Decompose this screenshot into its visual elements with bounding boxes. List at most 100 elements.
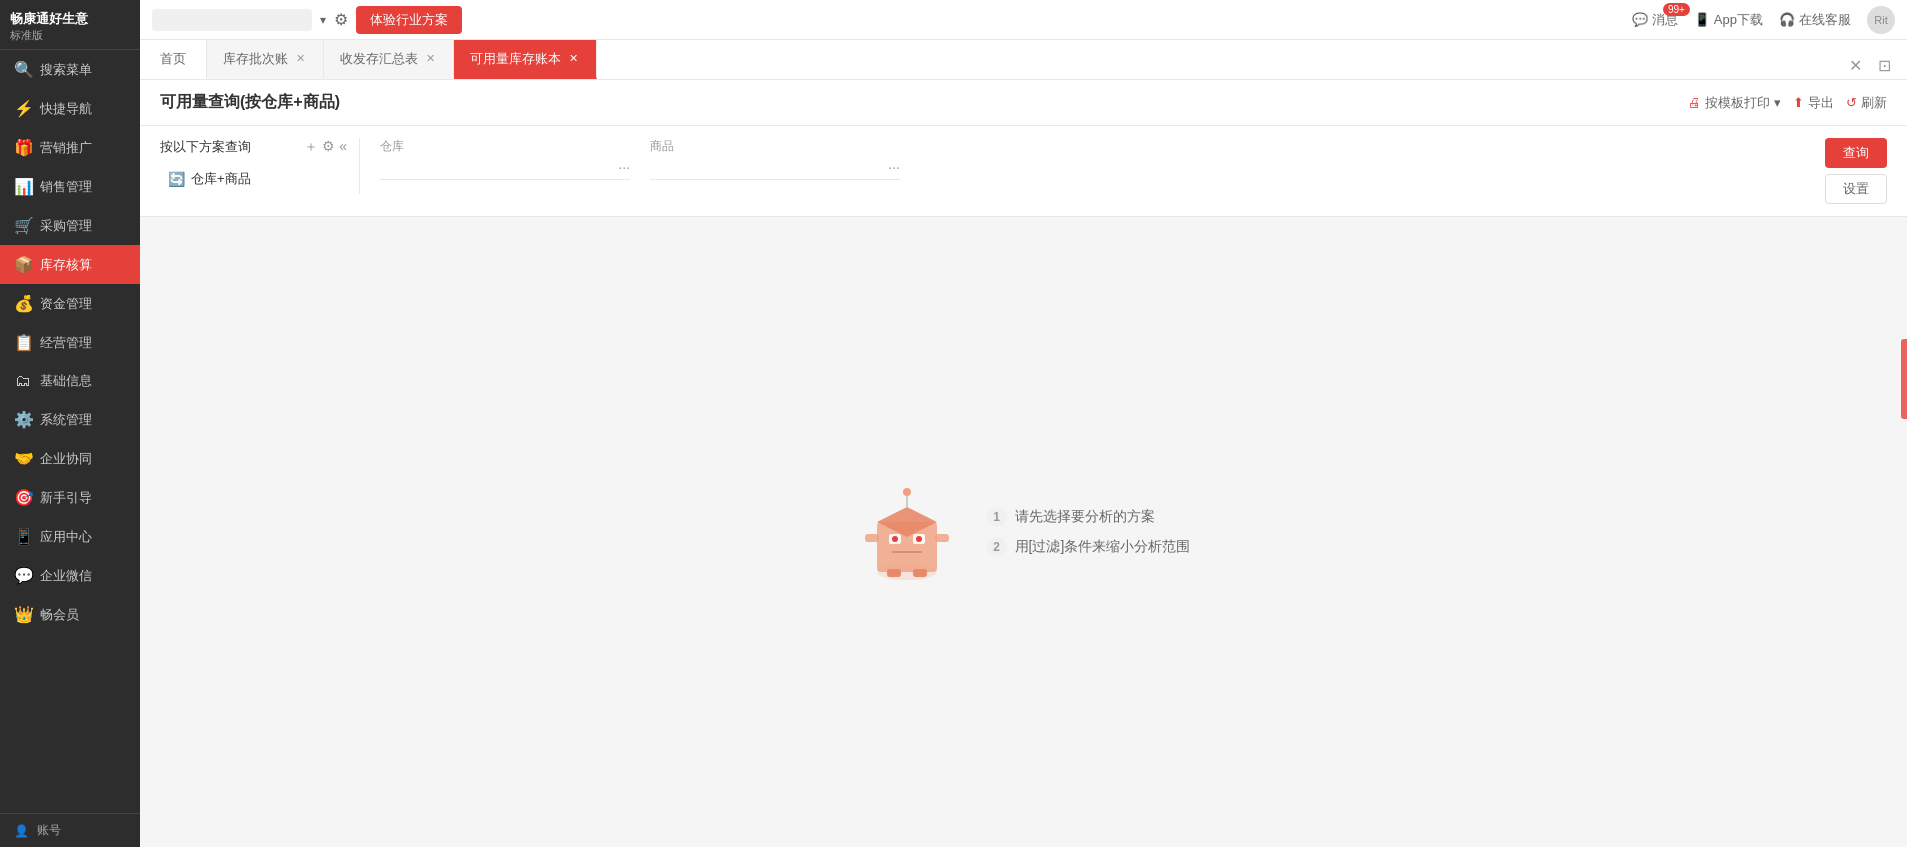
svg-point-6: [916, 536, 922, 542]
topbar-gear-icon[interactable]: ⚙: [334, 10, 348, 29]
sidebar-item-purchase[interactable]: 🛒 采购管理: [0, 206, 140, 245]
refresh-icon: ↺: [1846, 95, 1857, 110]
topbar-right: 💬 消息 99+ 📱 App下载 🎧 在线客服 Rit: [1632, 6, 1895, 34]
goods-more-icon[interactable]: ···: [888, 159, 900, 175]
print-label: 按模板打印: [1705, 94, 1770, 112]
avatar[interactable]: Rit: [1867, 6, 1895, 34]
online-service-btn[interactable]: 🎧 在线客服: [1779, 11, 1851, 29]
online-service-label: 在线客服: [1799, 11, 1851, 29]
tip-text-1: 请先选择要分析的方案: [1015, 508, 1155, 526]
sidebar-item-marketing[interactable]: 🎁 营销推广: [0, 128, 140, 167]
scheme-icon: 🔄: [168, 171, 185, 187]
print-btn[interactable]: 🖨 按模板打印 ▾: [1688, 94, 1781, 112]
add-scheme-btn[interactable]: ＋: [304, 138, 318, 156]
newbie-icon: 🎯: [14, 488, 32, 507]
message-badge: 99+: [1663, 3, 1690, 16]
warehouse-more-icon[interactable]: ···: [618, 159, 630, 175]
sidebar-item-operations[interactable]: 📋 经营管理: [0, 323, 140, 362]
sidebar-item-shortcut[interactable]: ⚡ 快捷导航: [0, 89, 140, 128]
tab-available-ledger-label: 可用量库存账本: [470, 50, 561, 68]
filter-fields: 仓库 ··· 商品 ···: [360, 138, 1809, 180]
tab-close-btn[interactable]: ✕: [1845, 52, 1866, 79]
goods-label: 商品: [650, 138, 900, 155]
sidebar-item-basic[interactable]: 🗂 基础信息: [0, 362, 140, 400]
sidebar-item-label-enterprise: 企业协同: [40, 450, 92, 468]
message-btn[interactable]: 💬 消息 99+: [1632, 11, 1678, 29]
tip-item-2: 2 用[过滤]条件来缩小分析范围: [987, 537, 1191, 557]
edit-scheme-btn[interactable]: ⚙: [322, 138, 335, 156]
tab-recv-summary-close[interactable]: ✕: [424, 52, 437, 65]
sidebar-item-label-appstore: 应用中心: [40, 528, 92, 546]
print-dropdown-icon[interactable]: ▾: [1774, 95, 1781, 110]
svg-rect-11: [935, 534, 949, 542]
sidebar-logo: 畅康通好生意 标准版: [0, 0, 140, 50]
sidebar-item-label-wechat: 企业微信: [40, 567, 92, 585]
tab-recv-summary[interactable]: 收发存汇总表 ✕: [324, 40, 454, 79]
topbar: ▾ ⚙ 体验行业方案 💬 消息 99+ 📱 App下载 🎧 在线客服: [140, 0, 1907, 40]
purchase-icon: 🛒: [14, 216, 32, 235]
topbar-search-input[interactable]: [152, 9, 312, 31]
tab-expand-btn[interactable]: ⊡: [1874, 52, 1895, 79]
tab-available-ledger-close[interactable]: ✕: [567, 52, 580, 65]
warehouse-label: 仓库: [380, 138, 630, 155]
svg-rect-13: [913, 569, 927, 577]
tab-batch-ledger-label: 库存批次账: [223, 50, 288, 68]
filter-schemes-label: 按以下方案查询: [160, 138, 251, 156]
sidebar-item-system[interactable]: ⚙️ 系统管理: [0, 400, 140, 439]
tab-available-ledger[interactable]: 可用量库存账本 ✕: [454, 40, 597, 79]
sidebar-item-label-purchase: 采购管理: [40, 217, 92, 235]
logo-sub: 标准版: [10, 28, 130, 43]
refresh-label: 刷新: [1861, 94, 1887, 112]
industry-btn[interactable]: 体验行业方案: [356, 6, 462, 34]
query-btn[interactable]: 查询: [1825, 138, 1887, 168]
sidebar-scroll: 🔍 搜索菜单 ⚡ 快捷导航 🎁 营销推广 📊 销售管理 🛒 采购管理 📦 库存核…: [0, 50, 140, 813]
tab-home[interactable]: 首页: [140, 40, 207, 79]
collapse-scheme-btn[interactable]: «: [339, 138, 347, 156]
sidebar-item-wechat[interactable]: 💬 企业微信: [0, 556, 140, 595]
tip-number-2: 2: [987, 537, 1007, 557]
marketing-icon: 🎁: [14, 138, 32, 157]
sidebar-item-newbie[interactable]: 🎯 新手引导: [0, 478, 140, 517]
operations-icon: 📋: [14, 333, 32, 352]
main-area: ▾ ⚙ 体验行业方案 💬 消息 99+ 📱 App下载 🎧 在线客服: [140, 0, 1907, 847]
sidebar-item-enterprise[interactable]: 🤝 企业协同: [0, 439, 140, 478]
sidebar-item-sales[interactable]: 📊 销售管理: [0, 167, 140, 206]
empty-state-tips: 1 请先选择要分析的方案 2 用[过滤]条件来缩小分析范围: [987, 507, 1191, 557]
export-btn[interactable]: ⬆ 导出: [1793, 94, 1834, 112]
page-title: 可用量查询(按仓库+商品): [160, 92, 1688, 113]
filter-schemes: 按以下方案查询 ＋ ⚙ « 🔄 仓库+商品: [160, 138, 360, 194]
system-icon: ⚙️: [14, 410, 32, 429]
search-icon: 🔍: [14, 60, 32, 79]
tip-item-1: 1 请先选择要分析的方案: [987, 507, 1191, 527]
warehouse-input[interactable]: [380, 160, 614, 175]
tab-batch-ledger-close[interactable]: ✕: [294, 52, 307, 65]
svg-point-5: [892, 536, 898, 542]
export-icon: ⬆: [1793, 95, 1804, 110]
topbar-dropdown-btn[interactable]: ▾: [320, 13, 326, 27]
sidebar-item-label-search: 搜索菜单: [40, 61, 92, 79]
sidebar-item-finance[interactable]: 💰 资金管理: [0, 284, 140, 323]
settings-btn[interactable]: 设置: [1825, 174, 1887, 204]
filter-field-warehouse: 仓库 ···: [380, 138, 630, 180]
sidebar-bottom[interactable]: 👤 账号: [0, 813, 140, 847]
page-header: 可用量查询(按仓库+商品) 🖨 按模板打印 ▾ ⬆ 导出 ↺ 刷新: [140, 80, 1907, 126]
content-area: 可用量查询(按仓库+商品) 🖨 按模板打印 ▾ ⬆ 导出 ↺ 刷新: [140, 80, 1907, 847]
goods-input[interactable]: [650, 160, 884, 175]
export-label: 导出: [1808, 94, 1834, 112]
sidebar-item-inventory[interactable]: 📦 库存核算: [0, 245, 140, 284]
sidebar-item-label-basic: 基础信息: [40, 372, 92, 390]
app-download-label: App下载: [1714, 11, 1763, 29]
scheme-item-label: 仓库+商品: [191, 170, 251, 188]
tab-right-controls: ✕ ⊡: [1845, 52, 1907, 79]
page-header-actions: 🖨 按模板打印 ▾ ⬆ 导出 ↺ 刷新: [1688, 94, 1887, 112]
sidebar-item-appstore[interactable]: 📱 应用中心: [0, 517, 140, 556]
phone-icon: 📱: [1694, 12, 1710, 27]
sidebar-item-member[interactable]: 👑 畅会员: [0, 595, 140, 634]
scheme-item-warehouse-goods[interactable]: 🔄 仓库+商品: [160, 164, 347, 194]
shortcut-icon: ⚡: [14, 99, 32, 118]
sidebar-item-search[interactable]: 🔍 搜索菜单: [0, 50, 140, 89]
member-icon: 👑: [14, 605, 32, 624]
refresh-btn[interactable]: ↺ 刷新: [1846, 94, 1887, 112]
tab-batch-ledger[interactable]: 库存批次账 ✕: [207, 40, 324, 79]
app-download-btn[interactable]: 📱 App下载: [1694, 11, 1763, 29]
